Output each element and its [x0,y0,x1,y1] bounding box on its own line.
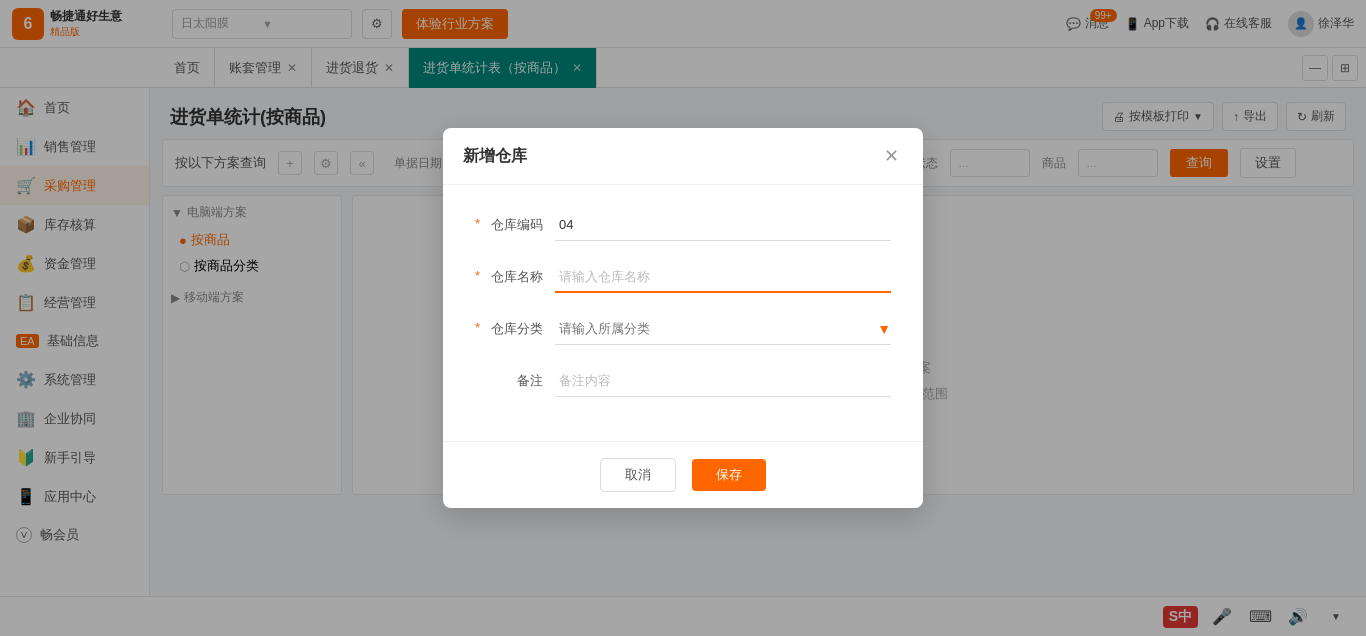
name-label: 仓库名称 [475,268,555,286]
form-row-name: 仓库名称 [475,261,891,293]
name-input[interactable] [555,261,891,293]
modal-overlay: 新增仓库 ✕ 仓库编码 仓库名称 仓库分类 ▼ [0,0,1366,636]
modal-footer: 取消 保存 [443,441,923,508]
note-label: 备注 [475,372,555,390]
save-button[interactable]: 保存 [692,459,766,491]
form-row-note: 备注 [475,365,891,397]
category-select[interactable]: ▼ [555,313,891,345]
note-input[interactable] [555,365,891,397]
modal-close-button[interactable]: ✕ [879,144,903,168]
modal-new-warehouse: 新增仓库 ✕ 仓库编码 仓库名称 仓库分类 ▼ [443,128,923,508]
modal-body: 仓库编码 仓库名称 仓库分类 ▼ 备注 [443,185,923,441]
modal-title: 新增仓库 [463,146,527,167]
modal-header: 新增仓库 ✕ [443,128,923,185]
category-label: 仓库分类 [475,320,555,338]
form-row-category: 仓库分类 ▼ [475,313,891,345]
form-row-code: 仓库编码 [475,209,891,241]
category-input[interactable] [555,321,877,336]
code-label: 仓库编码 [475,216,555,234]
code-input[interactable] [555,209,891,241]
category-dropdown-icon[interactable]: ▼ [877,321,891,337]
cancel-button[interactable]: 取消 [600,458,676,492]
